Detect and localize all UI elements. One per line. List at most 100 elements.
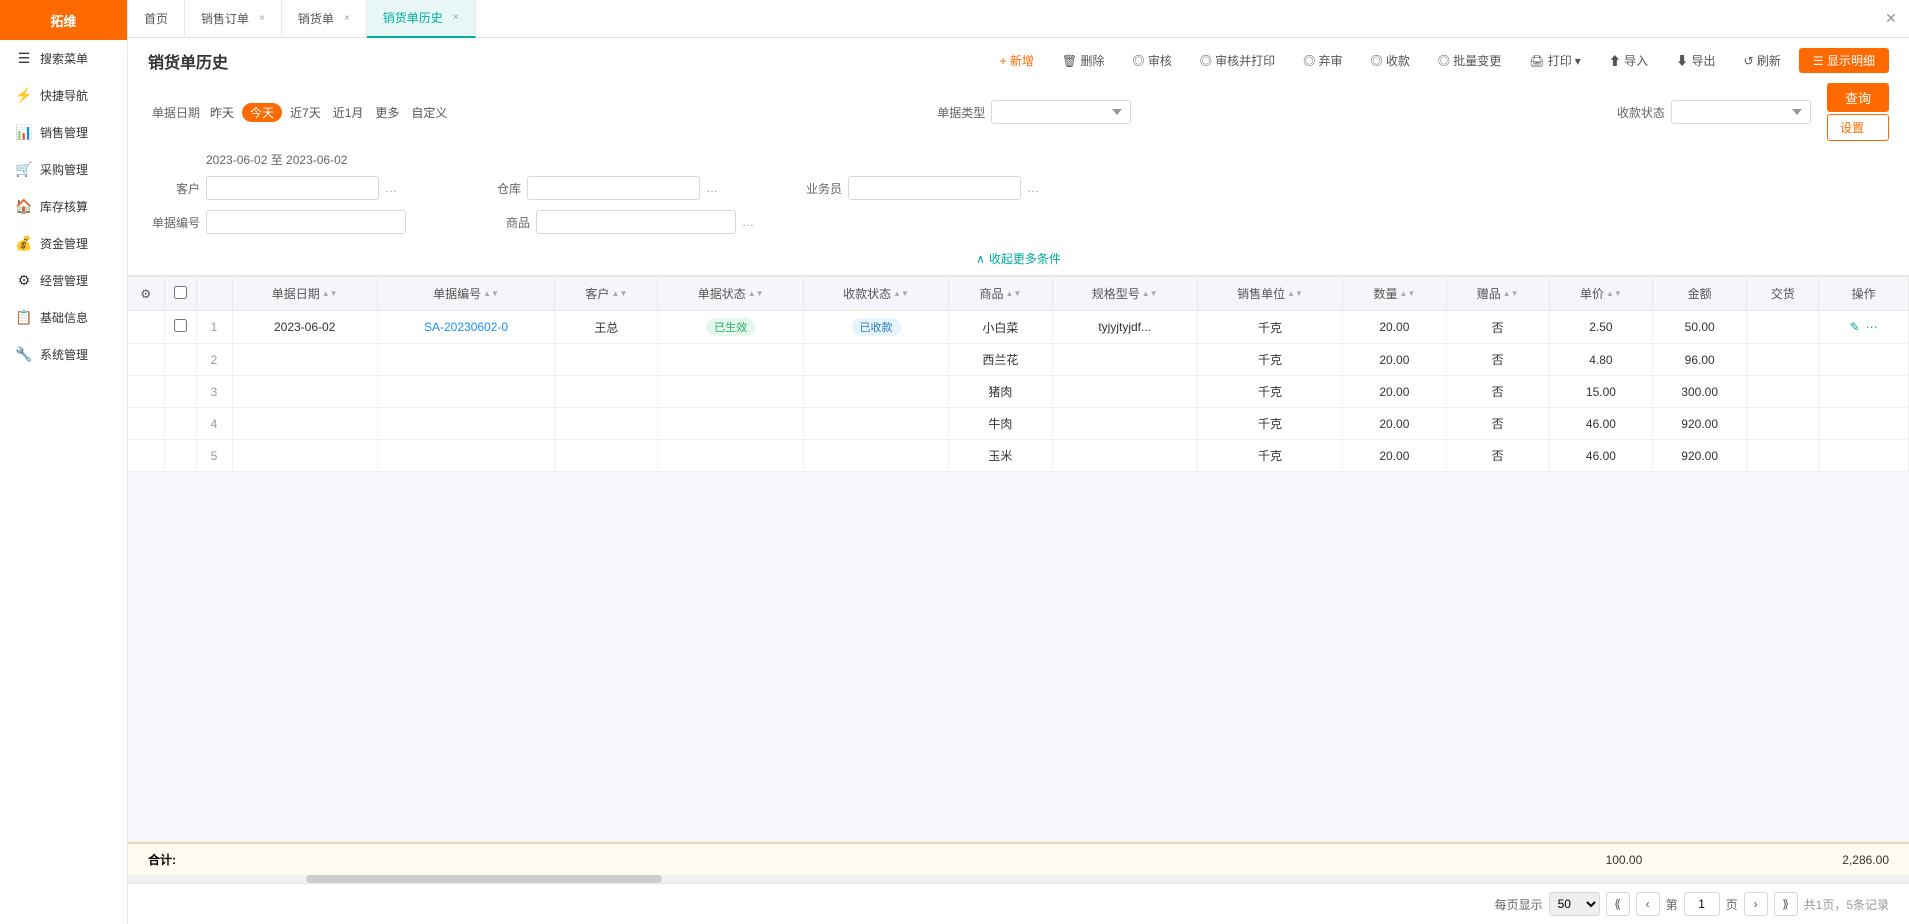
tab-sales-history[interactable]: 销货单历史 × (367, 0, 476, 38)
sidebar-item-sales-mgmt[interactable]: 📊 销售管理 (0, 114, 127, 151)
checkbox-cell[interactable] (164, 408, 196, 440)
filter-doc-type-select[interactable] (991, 100, 1131, 124)
col-amount[interactable]: 金额 (1653, 277, 1747, 311)
checkbox-cell[interactable] (164, 376, 196, 408)
checkbox-cell[interactable] (164, 311, 196, 344)
checkbox-cell[interactable] (164, 440, 196, 472)
edit-action[interactable]: ✎ (1850, 320, 1860, 334)
row-docno-cell[interactable] (377, 440, 554, 472)
filter-salesperson-input[interactable] (848, 176, 1021, 200)
row-action-cell[interactable] (1819, 344, 1909, 376)
tab-close-sales-order[interactable]: × (259, 13, 265, 24)
doc-no-link[interactable]: SA-20230602-0 (424, 320, 508, 334)
tab-sales-order[interactable]: 销售订单 × (185, 0, 282, 38)
set-button[interactable]: 设置 (1827, 114, 1889, 141)
export-button[interactable]: ⬇ 导出 (1666, 48, 1725, 73)
row-action-cell[interactable]: ✎⋯ (1819, 311, 1909, 344)
horizontal-scrollbar[interactable] (128, 875, 1909, 883)
shortcut-1month[interactable]: 近1月 (329, 103, 368, 122)
sidebar-item-purchase-mgmt[interactable]: 🛒 采购管理 (0, 151, 127, 188)
sidebar-item-capital-mgmt[interactable]: 💰 资金管理 (0, 225, 127, 262)
filter-customer-input[interactable] (206, 176, 379, 200)
col-unit-price[interactable]: 单价 ▲▼ (1549, 277, 1652, 311)
col-gift[interactable]: 赠品 ▲▼ (1446, 277, 1549, 311)
display-button[interactable]: ☰ 显示明细 (1799, 48, 1889, 73)
shortcut-7days[interactable]: 近7天 (286, 103, 325, 122)
col-payment-status[interactable]: 收款状态 ▲▼ (803, 277, 948, 311)
tab-sales-delivery[interactable]: 销货单 × (282, 0, 367, 38)
tab-home[interactable]: 首页 (128, 0, 185, 38)
col-customer-sort[interactable]: 客户 ▲▼ (585, 285, 627, 302)
batch-change-button[interactable]: ◎ 批量变更 (1428, 48, 1511, 73)
sidebar-item-search-menu[interactable]: ☰ 搜索菜单 (0, 40, 127, 77)
page-last-button[interactable]: ⟫ (1774, 892, 1798, 916)
per-page-select[interactable]: 50 100 (1549, 892, 1600, 916)
col-settings[interactable]: ⚙ (128, 277, 164, 311)
scroll-thumb[interactable] (306, 875, 662, 883)
col-qty-sort[interactable]: 数量 ▲▼ (1373, 285, 1415, 302)
import-button[interactable]: ⬆ 导入 (1599, 48, 1658, 73)
col-payment-status-sort[interactable]: 收款状态 ▲▼ (843, 285, 909, 302)
select-all-checkbox[interactable] (174, 286, 187, 299)
print-button[interactable]: 🖨 打印 ▾ (1519, 48, 1591, 73)
sidebar-item-basic-info[interactable]: 📋 基础信息 (0, 299, 127, 336)
col-date-sort[interactable]: 单据日期 ▲▼ (272, 285, 338, 302)
tab-close-sales-delivery[interactable]: × (344, 13, 350, 24)
sidebar-item-system-mgmt[interactable]: 🔧 系统管理 (0, 336, 127, 373)
col-unit-price-sort[interactable]: 单价 ▲▼ (1580, 285, 1622, 302)
col-spec[interactable]: 规格型号 ▲▼ (1052, 277, 1197, 311)
filter-warehouse-input[interactable] (527, 176, 700, 200)
salesperson-ellipsis[interactable]: … (1027, 181, 1039, 195)
page-prev-button[interactable]: ‹ (1636, 892, 1660, 916)
refresh-button[interactable]: ↺ 刷新 (1734, 48, 1791, 73)
col-docno-sort[interactable]: 单据编号 ▲▼ (433, 285, 499, 302)
shortcut-more[interactable]: 更多 (371, 103, 403, 122)
review-print-button[interactable]: ◎ 审核并打印 (1190, 48, 1285, 73)
col-customer[interactable]: 客户 ▲▼ (555, 277, 658, 311)
abandon-button[interactable]: ◎ 弃审 (1293, 48, 1352, 73)
sidebar-item-inventory-calc[interactable]: 🏠 库存核算 (0, 188, 127, 225)
col-docno[interactable]: 单据编号 ▲▼ (377, 277, 554, 311)
col-unit-sort[interactable]: 销售单位 ▲▼ (1237, 285, 1303, 302)
col-doc-status-sort[interactable]: 单据状态 ▲▼ (698, 285, 764, 302)
customer-ellipsis[interactable]: … (385, 181, 397, 195)
filter-goods-input[interactable] (536, 210, 736, 234)
row-action-cell[interactable] (1819, 376, 1909, 408)
col-spec-sort[interactable]: 规格型号 ▲▼ (1092, 285, 1158, 302)
sidebar-item-quick-nav[interactable]: ⚡ 快捷导航 (0, 77, 127, 114)
review-button[interactable]: ◎ 审核 (1123, 48, 1182, 73)
row-docno-cell[interactable] (377, 376, 554, 408)
warehouse-ellipsis[interactable]: … (706, 181, 718, 195)
col-date[interactable]: 单据日期 ▲▼ (232, 277, 377, 311)
page-first-button[interactable]: ⟪ (1606, 892, 1630, 916)
row-docno-cell[interactable] (377, 344, 554, 376)
col-doc-status[interactable]: 单据状态 ▲▼ (658, 277, 803, 311)
collect-button[interactable]: ◎ 收款 (1361, 48, 1420, 73)
shortcut-today[interactable]: 今天 (242, 103, 282, 122)
col-goods-sort[interactable]: 商品 ▲▼ (979, 285, 1021, 302)
row-action-cell[interactable] (1819, 440, 1909, 472)
col-goods[interactable]: 商品 ▲▼ (949, 277, 1052, 311)
settings-icon[interactable]: ⚙ (140, 287, 151, 301)
query-button[interactable]: 查询 (1827, 83, 1889, 112)
page-number-input[interactable] (1684, 892, 1720, 916)
row-docno-cell[interactable]: SA-20230602-0 (377, 311, 554, 344)
collapse-button[interactable]: ∧ 收起更多条件 (148, 244, 1889, 275)
col-gift-sort[interactable]: 赠品 ▲▼ (1477, 285, 1519, 302)
tab-close-sales-history[interactable]: × (453, 12, 459, 23)
more-action[interactable]: ⋯ (1866, 320, 1878, 334)
filter-payment-status-select[interactable] (1671, 100, 1811, 124)
shortcut-yesterday[interactable]: 昨天 (206, 103, 238, 122)
row-checkbox[interactable] (174, 319, 187, 332)
col-unit[interactable]: 销售单位 ▲▼ (1197, 277, 1342, 311)
add-button[interactable]: + 新增 (990, 48, 1044, 73)
row-docno-cell[interactable] (377, 408, 554, 440)
shortcut-custom[interactable]: 自定义 (407, 103, 451, 122)
checkbox-cell[interactable] (164, 344, 196, 376)
delete-button[interactable]: 🗑 删除 (1052, 48, 1115, 73)
col-qty[interactable]: 数量 ▲▼ (1343, 277, 1446, 311)
sidebar-item-operations-mgmt[interactable]: ⚙ 经营管理 (0, 262, 127, 299)
goods-ellipsis[interactable]: … (742, 215, 754, 229)
close-all-tabs-icon[interactable]: ✕ (1881, 9, 1901, 29)
page-next-button[interactable]: › (1744, 892, 1768, 916)
